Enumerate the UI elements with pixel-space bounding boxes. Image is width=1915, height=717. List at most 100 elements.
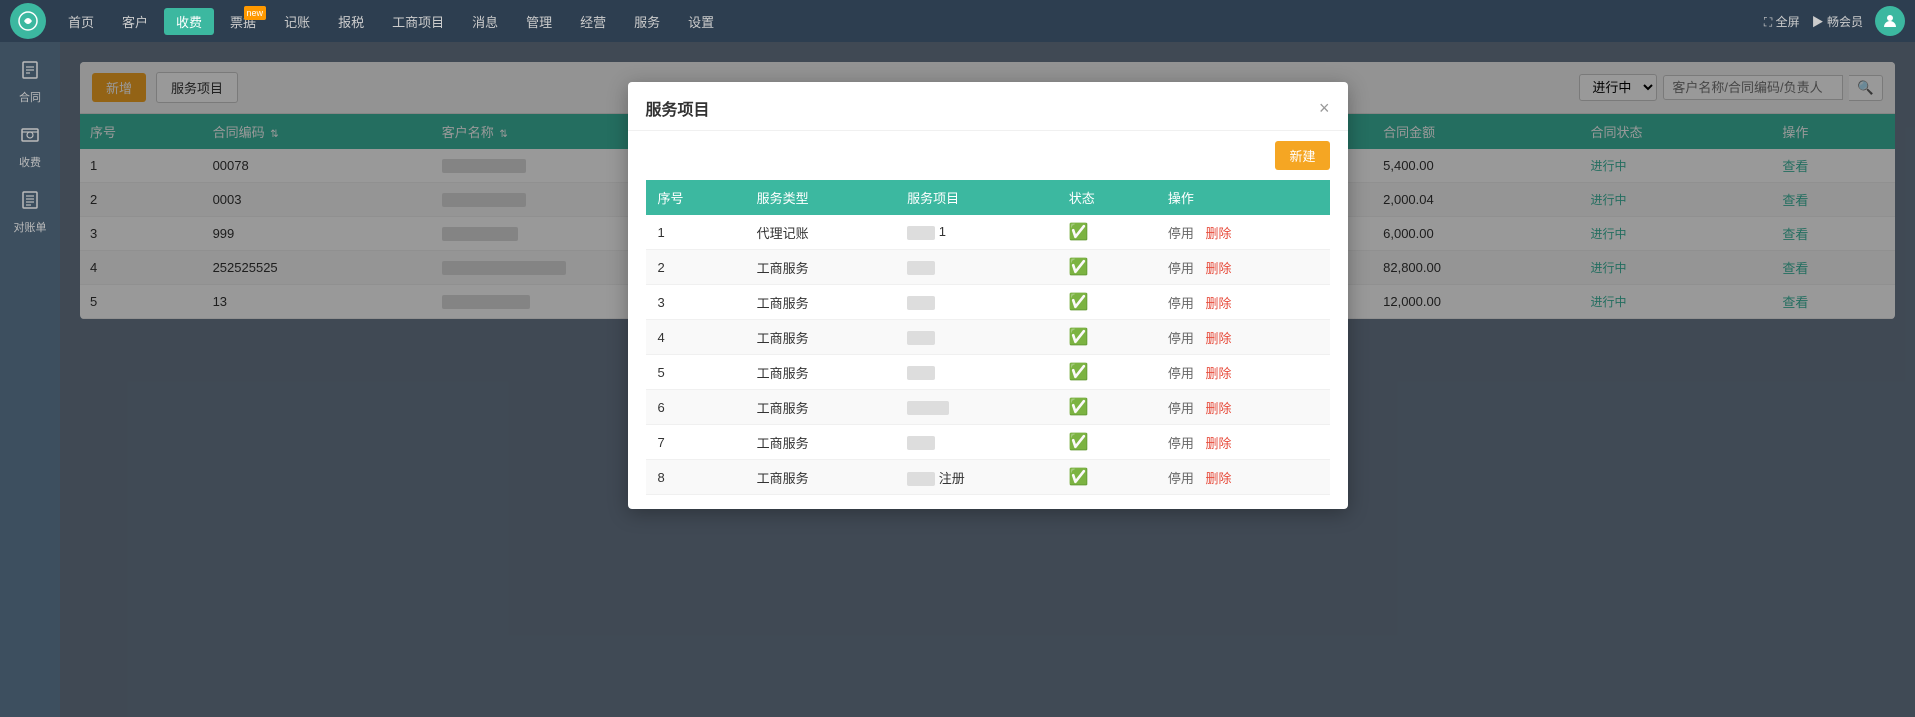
service-items-modal: 服务项目 × 新建 序号 服务类型 服务项目 状态 <box>628 82 1348 509</box>
modal-close-button[interactable]: × <box>1319 99 1330 117</box>
modal-cell-item <box>895 320 1057 355</box>
modal-cell-status: ✅ <box>1057 320 1156 355</box>
nav-settings[interactable]: 设置 <box>676 8 726 35</box>
modal-cell-item <box>895 390 1057 425</box>
stop-button[interactable]: 停用 <box>1168 331 1194 346</box>
modal-table-row: 1 代理记账 1 ✅ 停用 删除 <box>646 215 1330 250</box>
user-avatar[interactable] <box>1875 6 1905 36</box>
modal-cell-action[interactable]: 停用 删除 <box>1156 460 1330 495</box>
delete-button[interactable]: 删除 <box>1206 471 1232 486</box>
delete-button[interactable]: 删除 <box>1206 366 1232 381</box>
nav-invoice[interactable]: 票据 new <box>218 8 268 35</box>
modal-cell-action[interactable]: 停用 删除 <box>1156 320 1330 355</box>
delete-button[interactable]: 删除 <box>1206 261 1232 276</box>
modal-cell-type: 代理记账 <box>745 215 896 250</box>
status-check-icon: ✅ <box>1069 434 1089 451</box>
modal-table-row: 7 工商服务 ✅ 停用 删除 <box>646 425 1330 460</box>
modal-table-header: 序号 服务类型 服务项目 状态 操作 <box>646 180 1330 215</box>
app-body: 合同 收费 对账单 <box>0 42 1915 717</box>
modal-cell-type: 工商服务 <box>745 460 896 495</box>
modal-cell-seq: 2 <box>646 250 745 285</box>
modal-col-seq: 序号 <box>646 180 745 215</box>
modal-cell-item: 注册 <box>895 460 1057 495</box>
modal-col-type: 服务类型 <box>745 180 896 215</box>
modal-cell-type: 工商服务 <box>745 355 896 390</box>
modal-cell-status: ✅ <box>1057 215 1156 250</box>
modal-cell-status: ✅ <box>1057 425 1156 460</box>
nav-industry[interactable]: 工商项目 <box>380 8 456 35</box>
delete-button[interactable]: 删除 <box>1206 296 1232 311</box>
modal-cell-seq: 5 <box>646 355 745 390</box>
modal-cell-item: 1 <box>895 215 1057 250</box>
sidebar-label-contract: 合同 <box>19 89 41 105</box>
delete-button[interactable]: 删除 <box>1206 331 1232 346</box>
modal-cell-item <box>895 355 1057 390</box>
stop-button[interactable]: 停用 <box>1168 226 1194 241</box>
fullscreen-btn[interactable]: ⛶ 全屏 <box>1764 13 1800 30</box>
modal-cell-action[interactable]: 停用 删除 <box>1156 285 1330 320</box>
modal-overlay: 服务项目 × 新建 序号 服务类型 服务项目 状态 <box>60 42 1915 717</box>
nav-fee[interactable]: 收费 <box>164 8 214 35</box>
nav-tax[interactable]: 报税 <box>326 8 376 35</box>
status-check-icon: ✅ <box>1069 329 1089 346</box>
modal-cell-action[interactable]: 停用 删除 <box>1156 390 1330 425</box>
modal-col-item: 服务项目 <box>895 180 1057 215</box>
status-check-icon: ✅ <box>1069 469 1089 486</box>
nav-client[interactable]: 客户 <box>110 8 160 35</box>
nav-right: ⛶ 全屏 ▶ 畅会员 <box>1764 6 1905 36</box>
sidebar-item-contract[interactable]: 合同 <box>3 52 57 113</box>
modal-new-button[interactable]: 新建 <box>1275 141 1329 170</box>
nav-business[interactable]: 经营 <box>568 8 618 35</box>
stop-button[interactable]: 停用 <box>1168 296 1194 311</box>
modal-cell-item <box>895 425 1057 460</box>
sidebar-item-statement[interactable]: 对账单 <box>3 182 57 243</box>
modal-cell-action[interactable]: 停用 删除 <box>1156 355 1330 390</box>
modal-table-body: 1 代理记账 1 ✅ 停用 删除 2 工商服务 ✅ 停用 删除 3 工商服务 ✅… <box>646 215 1330 495</box>
modal-table-row: 4 工商服务 ✅ 停用 删除 <box>646 320 1330 355</box>
fee-icon <box>20 125 40 150</box>
modal-cell-seq: 7 <box>646 425 745 460</box>
modal-cell-type: 工商服务 <box>745 250 896 285</box>
modal-cell-type: 工商服务 <box>745 425 896 460</box>
modal-cell-action[interactable]: 停用 删除 <box>1156 215 1330 250</box>
delete-button[interactable]: 删除 <box>1206 436 1232 451</box>
sidebar-item-fee[interactable]: 收费 <box>3 117 57 178</box>
nav-manage[interactable]: 管理 <box>514 8 564 35</box>
modal-table-row: 6 工商服务 ✅ 停用 删除 <box>646 390 1330 425</box>
nav-home[interactable]: 首页 <box>56 8 106 35</box>
status-check-icon: ✅ <box>1069 294 1089 311</box>
status-check-icon: ✅ <box>1069 364 1089 381</box>
statement-icon <box>20 190 40 215</box>
status-check-icon: ✅ <box>1069 259 1089 276</box>
main-content: 新增 服务项目 进行中 已完成 已取消 🔍 序号 合同编码 ⇅ <box>60 42 1915 717</box>
nav-bookkeeping[interactable]: 记账 <box>272 8 322 35</box>
modal-cell-item <box>895 285 1057 320</box>
modal-header: 服务项目 × <box>628 82 1348 131</box>
nav-message[interactable]: 消息 <box>460 8 510 35</box>
modal-cell-status: ✅ <box>1057 285 1156 320</box>
delete-button[interactable]: 删除 <box>1206 401 1232 416</box>
stop-button[interactable]: 停用 <box>1168 436 1194 451</box>
modal-cell-seq: 4 <box>646 320 745 355</box>
modal-cell-seq: 3 <box>646 285 745 320</box>
modal-cell-status: ✅ <box>1057 390 1156 425</box>
delete-button[interactable]: 删除 <box>1206 226 1232 241</box>
modal-cell-status: ✅ <box>1057 250 1156 285</box>
modal-cell-action[interactable]: 停用 删除 <box>1156 425 1330 460</box>
modal-table-row: 5 工商服务 ✅ 停用 删除 <box>646 355 1330 390</box>
stop-button[interactable]: 停用 <box>1168 401 1194 416</box>
stop-button[interactable]: 停用 <box>1168 471 1194 486</box>
modal-body: 序号 服务类型 服务项目 状态 操作 1 代理记账 1 ✅ 停用 <box>628 180 1348 509</box>
stop-button[interactable]: 停用 <box>1168 261 1194 276</box>
membership-btn[interactable]: ▶ 畅会员 <box>1812 13 1863 30</box>
modal-cell-seq: 8 <box>646 460 745 495</box>
top-navigation: 首页 客户 收费 票据 new 记账 报税 工商项目 消息 管理 经营 服务 设… <box>0 0 1915 42</box>
modal-col-status: 状态 <box>1057 180 1156 215</box>
modal-table-row: 3 工商服务 ✅ 停用 删除 <box>646 285 1330 320</box>
contract-icon <box>20 60 40 85</box>
modal-col-action: 操作 <box>1156 180 1330 215</box>
modal-cell-action[interactable]: 停用 删除 <box>1156 250 1330 285</box>
nav-service[interactable]: 服务 <box>622 8 672 35</box>
modal-cell-type: 工商服务 <box>745 320 896 355</box>
stop-button[interactable]: 停用 <box>1168 366 1194 381</box>
